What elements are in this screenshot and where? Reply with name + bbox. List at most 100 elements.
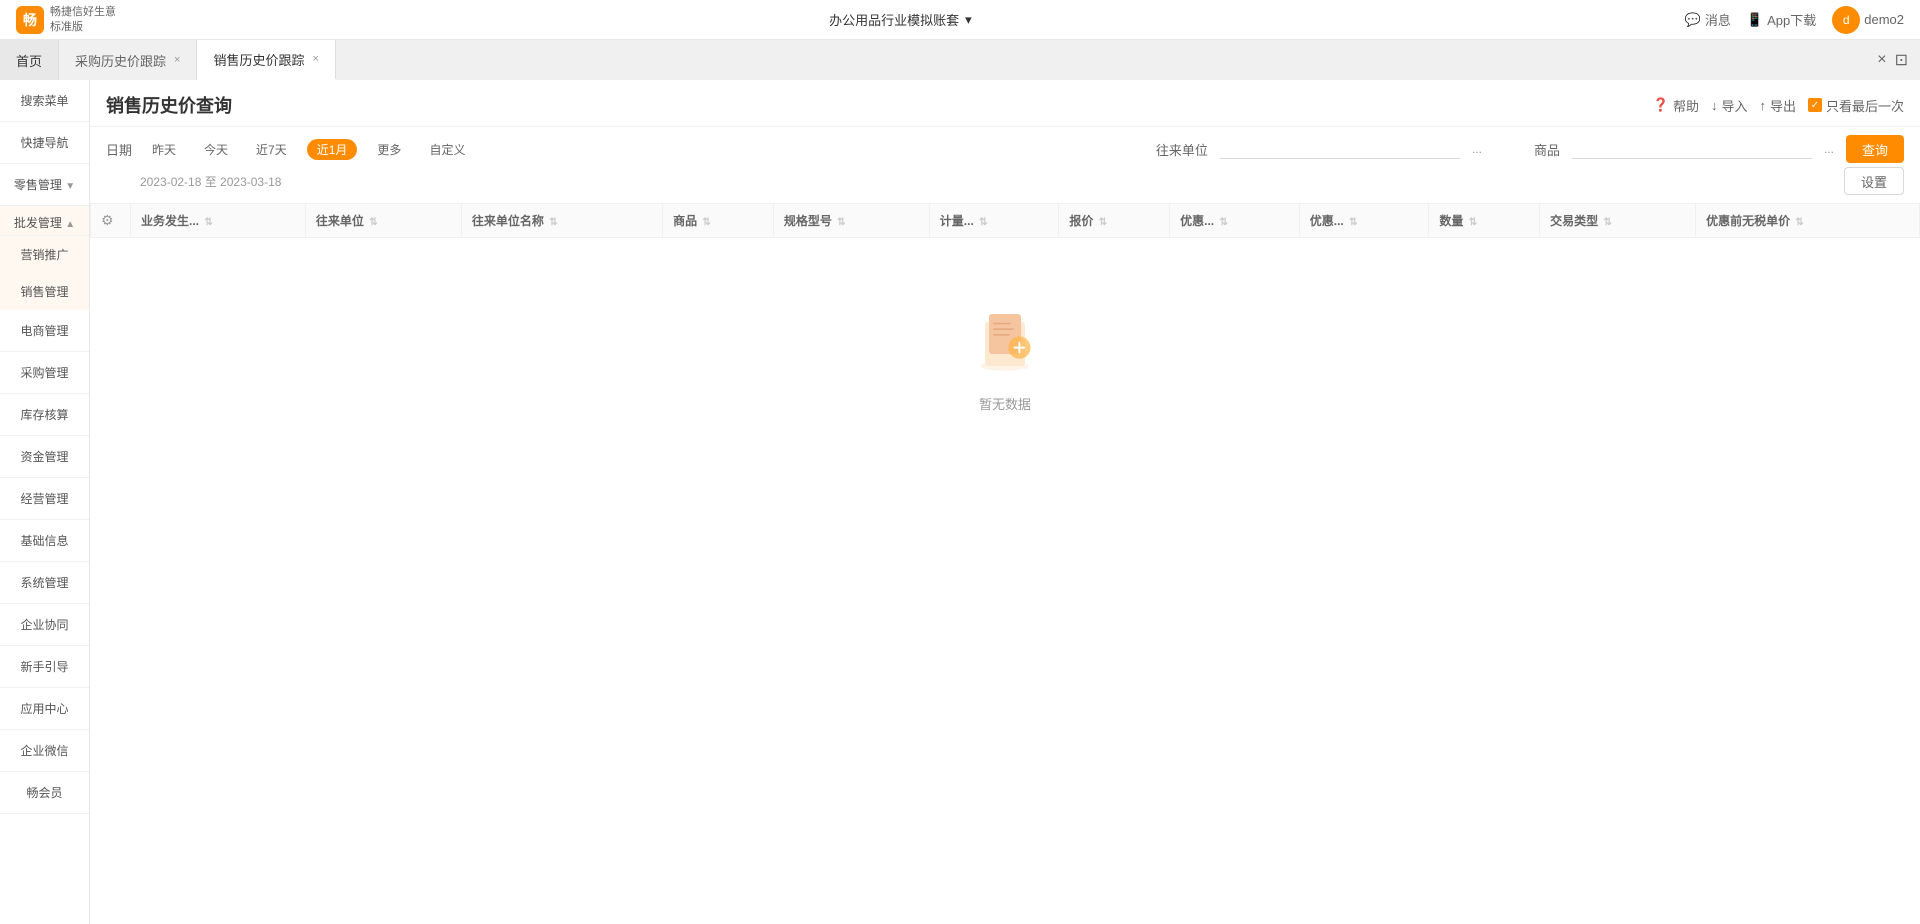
sidebar-item-retail[interactable]: 零售管理 ▼ bbox=[0, 164, 89, 206]
sidebar-item-enterprise[interactable]: 企业协同 bbox=[0, 604, 89, 646]
help-btn[interactable]: ❓ 帮助 bbox=[1653, 96, 1699, 115]
date-btn-more[interactable]: 更多 bbox=[369, 139, 409, 160]
tab-bar-actions: × ⊡ bbox=[1877, 50, 1920, 70]
logo-icon: 畅 bbox=[16, 6, 44, 34]
empty-icon bbox=[965, 298, 1045, 378]
page-actions: ❓ 帮助 ↓ 导入 ↑ 导出 ✓ 只看最后一次 bbox=[1653, 96, 1904, 115]
col-partner-name[interactable]: 往来单位名称 ⇅ bbox=[461, 204, 662, 238]
product-filter-label: 商品 bbox=[1534, 140, 1560, 159]
sort-unit-icon: ⇅ bbox=[979, 217, 987, 228]
table-header-row: ⚙ 业务发生... ⇅ 往来单位 ⇅ 往来单位名称 ⇅ bbox=[91, 204, 1920, 238]
col-discount2[interactable]: 优惠... ⇅ bbox=[1299, 204, 1429, 238]
app-download-btn[interactable]: 📱 App下载 bbox=[1747, 10, 1816, 29]
sort-discount1-icon: ⇅ bbox=[1220, 217, 1228, 228]
sort-pretax-price-icon: ⇅ bbox=[1795, 217, 1803, 228]
workspace-selector[interactable]: 办公用品行业模拟账套 ▾ bbox=[829, 10, 972, 29]
partner-dots-btn[interactable]: ... bbox=[1472, 142, 1482, 156]
col-discount1[interactable]: 优惠... ⇅ bbox=[1170, 204, 1300, 238]
message-icon: 💬 bbox=[1685, 12, 1701, 28]
sidebar-item-finance[interactable]: 资金管理 bbox=[0, 436, 89, 478]
tab-home[interactable]: 首页 bbox=[0, 40, 59, 80]
top-bar-left: 畅 畅捷信好生意 标准版 bbox=[16, 5, 116, 34]
sidebar-item-wholesale[interactable]: 批发管理 ▲ bbox=[0, 206, 89, 236]
main-layout: 搜索菜单 快捷导航 零售管理 ▼ 批发管理 ▲ 营销推广 销售管理 电商管理 采… bbox=[0, 80, 1920, 924]
user-avatar-area[interactable]: d demo2 bbox=[1832, 6, 1904, 34]
filter-section: 日期 昨天 今天 近7天 近1月 更多 自定义 往来单位 ... 商品 ... … bbox=[90, 127, 1920, 203]
page-title: 销售历史价查询 bbox=[106, 92, 232, 118]
tab-bar: 首页 采购历史价跟踪 × 销售历史价跟踪 × × ⊡ bbox=[0, 40, 1920, 80]
sidebar-item-ecommerce[interactable]: 电商管理 bbox=[0, 310, 89, 352]
sort-partner-name-icon: ⇅ bbox=[549, 217, 557, 228]
sort-discount2-icon: ⇅ bbox=[1349, 217, 1357, 228]
col-qty[interactable]: 数量 ⇅ bbox=[1429, 204, 1540, 238]
sort-biz-date-icon: ⇅ bbox=[204, 217, 212, 228]
date-range-text: 2023-02-18 至 2023-03-18 bbox=[140, 173, 281, 190]
col-unit[interactable]: 计量... ⇅ bbox=[929, 204, 1059, 238]
empty-text: 暂无数据 bbox=[979, 394, 1031, 413]
col-price[interactable]: 报价 ⇅ bbox=[1059, 204, 1170, 238]
sidebar-item-weixin[interactable]: 企业微信 bbox=[0, 730, 89, 772]
sidebar-item-operations[interactable]: 经营管理 bbox=[0, 478, 89, 520]
query-btn[interactable]: 查询 bbox=[1846, 135, 1904, 163]
table-header: ⚙ 业务发生... ⇅ 往来单位 ⇅ 往来单位名称 ⇅ bbox=[91, 204, 1920, 238]
date-btn-7days[interactable]: 近7天 bbox=[248, 139, 295, 160]
empty-state: 暂无数据 bbox=[90, 238, 1920, 473]
import-icon: ↓ bbox=[1711, 98, 1718, 113]
sidebar-item-sales-mgmt[interactable]: 销售管理 bbox=[0, 273, 89, 310]
tab-sales-close[interactable]: × bbox=[312, 53, 318, 65]
date-btn-yesterday[interactable]: 昨天 bbox=[144, 139, 184, 160]
partner-filter-label: 往来单位 bbox=[1156, 140, 1208, 159]
sidebar-item-members[interactable]: 畅会员 bbox=[0, 772, 89, 814]
product-dots-btn[interactable]: ... bbox=[1824, 142, 1834, 156]
sidebar-item-inventory[interactable]: 库存核算 bbox=[0, 394, 89, 436]
col-biz-date[interactable]: 业务发生... ⇅ bbox=[131, 204, 306, 238]
logo-area: 畅 畅捷信好生意 标准版 bbox=[16, 5, 116, 34]
restore-window-btn[interactable]: ⊡ bbox=[1895, 50, 1908, 70]
close-window-btn[interactable]: × bbox=[1877, 51, 1886, 69]
sort-partner-code-icon: ⇅ bbox=[369, 217, 377, 228]
only-last-checkbox[interactable]: ✓ bbox=[1808, 98, 1822, 112]
retail-arrow-icon: ▼ bbox=[65, 181, 75, 192]
tab-sales-history[interactable]: 销售历史价跟踪 × bbox=[197, 40, 335, 80]
sidebar-item-app-center[interactable]: 应用中心 bbox=[0, 688, 89, 730]
col-product[interactable]: 商品 ⇅ bbox=[663, 204, 774, 238]
date-btn-1month[interactable]: 近1月 bbox=[307, 139, 358, 160]
export-icon: ↑ bbox=[1759, 98, 1766, 113]
col-spec[interactable]: 规格型号 ⇅ bbox=[773, 204, 929, 238]
message-btn[interactable]: 💬 消息 bbox=[1685, 10, 1731, 29]
sort-spec-icon: ⇅ bbox=[837, 217, 845, 228]
dropdown-icon: ▾ bbox=[965, 12, 972, 28]
sidebar: 搜索菜单 快捷导航 零售管理 ▼ 批发管理 ▲ 营销推广 销售管理 电商管理 采… bbox=[0, 80, 90, 924]
export-btn[interactable]: ↑ 导出 bbox=[1759, 96, 1796, 115]
col-pretax-price[interactable]: 优惠前无税单价 ⇅ bbox=[1696, 204, 1920, 238]
import-btn[interactable]: ↓ 导入 bbox=[1711, 96, 1748, 115]
content-area: 销售历史价查询 ❓ 帮助 ↓ 导入 ↑ 导出 ✓ 只看最后一次 bbox=[90, 80, 1920, 924]
sidebar-item-purchase[interactable]: 采购管理 bbox=[0, 352, 89, 394]
col-trade-type[interactable]: 交易类型 ⇅ bbox=[1540, 204, 1696, 238]
col-partner-code[interactable]: 往来单位 ⇅ bbox=[305, 204, 461, 238]
tab-purchase-history[interactable]: 采购历史价跟踪 × bbox=[59, 40, 197, 80]
date-btn-custom[interactable]: 自定义 bbox=[421, 139, 473, 160]
only-last-checkbox-label[interactable]: ✓ 只看最后一次 bbox=[1808, 96, 1904, 115]
date-btn-today[interactable]: 今天 bbox=[196, 139, 236, 160]
settings-btn[interactable]: 设置 bbox=[1844, 167, 1904, 195]
sidebar-item-basic-info[interactable]: 基础信息 bbox=[0, 520, 89, 562]
tab-purchase-close[interactable]: × bbox=[174, 54, 180, 66]
sidebar-item-search[interactable]: 搜索菜单 bbox=[0, 80, 89, 122]
help-icon: ❓ bbox=[1653, 97, 1669, 113]
sidebar-item-quick-nav[interactable]: 快捷导航 bbox=[0, 122, 89, 164]
product-input[interactable] bbox=[1572, 140, 1812, 159]
mobile-icon: 📱 bbox=[1747, 12, 1763, 28]
col-gear: ⚙ bbox=[91, 204, 131, 238]
top-bar-right: 💬 消息 📱 App下载 d demo2 bbox=[1685, 6, 1904, 34]
data-table: ⚙ 业务发生... ⇅ 往来单位 ⇅ 往来单位名称 ⇅ bbox=[90, 203, 1920, 238]
gear-btn[interactable]: ⚙ bbox=[101, 212, 114, 229]
sidebar-item-marketing[interactable]: 营销推广 bbox=[0, 236, 89, 273]
sidebar-item-new-guide[interactable]: 新手引导 bbox=[0, 646, 89, 688]
sidebar-item-system[interactable]: 系统管理 bbox=[0, 562, 89, 604]
sort-qty-icon: ⇅ bbox=[1469, 217, 1477, 228]
logo-text: 畅捷信好生意 标准版 bbox=[50, 5, 116, 34]
filter-row-1: 日期 昨天 今天 近7天 近1月 更多 自定义 往来单位 ... 商品 ... … bbox=[106, 135, 1904, 163]
date-filter-label: 日期 bbox=[106, 140, 132, 159]
partner-input[interactable] bbox=[1220, 140, 1460, 159]
